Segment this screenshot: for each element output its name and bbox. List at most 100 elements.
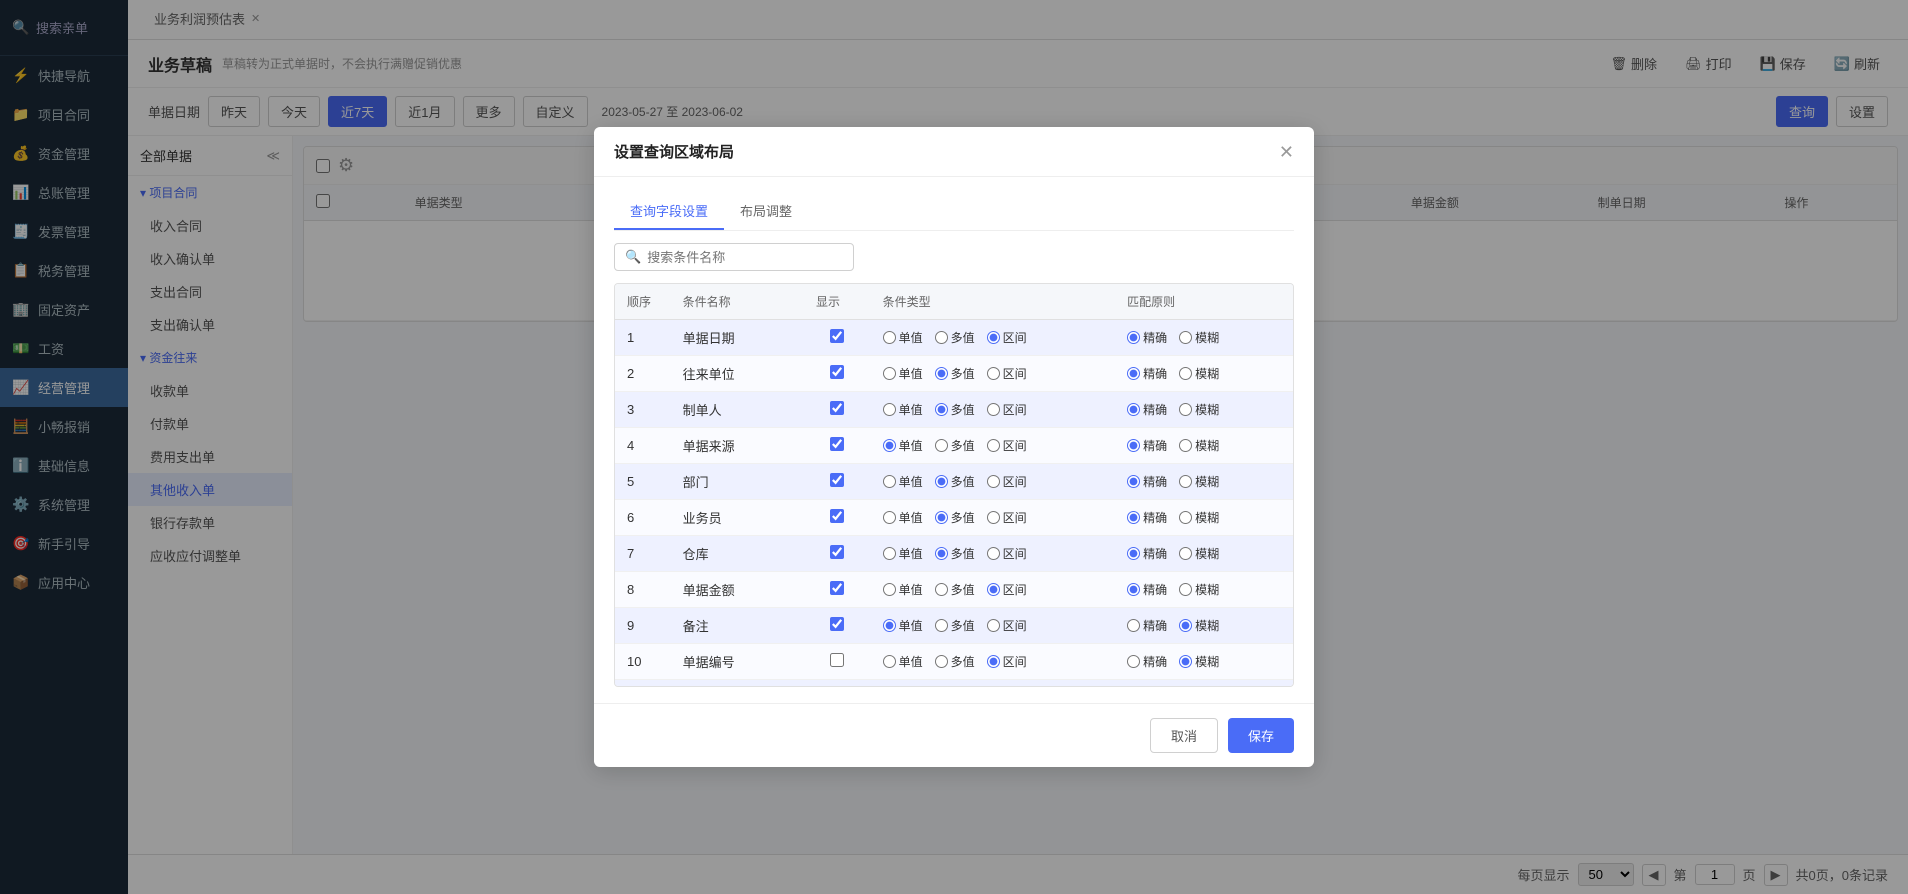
condition-option-区间[interactable]: 区间 <box>987 401 1027 418</box>
condition-option-区间[interactable]: 区间 <box>987 545 1027 562</box>
match-option-模糊[interactable]: 模糊 <box>1179 329 1219 346</box>
match-radio-模糊[interactable] <box>1179 475 1192 488</box>
condition-radio-单值[interactable] <box>883 583 896 596</box>
condition-radio-多值[interactable] <box>935 367 948 380</box>
match-option-模糊[interactable]: 模糊 <box>1179 617 1219 634</box>
condition-radio-多值[interactable] <box>935 547 948 560</box>
condition-radio-区间[interactable] <box>987 475 1000 488</box>
match-radio-模糊[interactable] <box>1179 331 1192 344</box>
condition-radio-区间[interactable] <box>987 619 1000 632</box>
condition-option-区间[interactable]: 区间 <box>987 329 1027 346</box>
display-checkbox[interactable] <box>830 329 844 343</box>
condition-radio-多值[interactable] <box>935 331 948 344</box>
condition-radio-区间[interactable] <box>987 331 1000 344</box>
display-checkbox[interactable] <box>830 365 844 379</box>
match-option-模糊[interactable]: 模糊 <box>1179 365 1219 382</box>
condition-radio-区间[interactable] <box>987 511 1000 524</box>
condition-option-区间[interactable]: 区间 <box>987 581 1027 598</box>
match-option-模糊[interactable]: 模糊 <box>1179 401 1219 418</box>
display-checkbox[interactable] <box>830 653 844 667</box>
condition-radio-区间[interactable] <box>987 367 1000 380</box>
match-radio-精确[interactable] <box>1127 583 1140 596</box>
condition-option-多值[interactable]: 多值 <box>935 329 975 346</box>
match-option-模糊[interactable]: 模糊 <box>1179 581 1219 598</box>
condition-option-区间[interactable]: 区间 <box>987 509 1027 526</box>
match-option-模糊[interactable]: 模糊 <box>1179 653 1219 670</box>
match-option-精确[interactable]: 精确 <box>1127 473 1167 490</box>
match-option-精确[interactable]: 精确 <box>1127 617 1167 634</box>
match-radio-模糊[interactable] <box>1179 619 1192 632</box>
condition-radio-单值[interactable] <box>883 439 896 452</box>
condition-option-多值[interactable]: 多值 <box>935 401 975 418</box>
match-radio-模糊[interactable] <box>1179 511 1192 524</box>
display-checkbox[interactable] <box>830 617 844 631</box>
condition-option-区间[interactable]: 区间 <box>987 473 1027 490</box>
display-checkbox[interactable] <box>830 401 844 415</box>
match-radio-模糊[interactable] <box>1179 547 1192 560</box>
match-radio-模糊[interactable] <box>1179 439 1192 452</box>
tab-query-fields[interactable]: 查询字段设置 <box>614 193 724 230</box>
condition-radio-单值[interactable] <box>883 367 896 380</box>
match-option-模糊[interactable]: 模糊 <box>1179 437 1219 454</box>
condition-radio-区间[interactable] <box>987 547 1000 560</box>
condition-radio-区间[interactable] <box>987 655 1000 668</box>
display-checkbox[interactable] <box>830 545 844 559</box>
condition-option-区间[interactable]: 区间 <box>987 617 1027 634</box>
modal-search-input[interactable] <box>647 250 827 265</box>
match-option-精确[interactable]: 精确 <box>1127 401 1167 418</box>
condition-option-区间[interactable]: 区间 <box>987 653 1027 670</box>
condition-option-多值[interactable]: 多值 <box>935 473 975 490</box>
condition-radio-单值[interactable] <box>883 331 896 344</box>
match-radio-模糊[interactable] <box>1179 403 1192 416</box>
condition-option-单值[interactable]: 单值 <box>883 365 923 382</box>
condition-option-单值[interactable]: 单值 <box>883 545 923 562</box>
condition-option-区间[interactable]: 区间 <box>987 437 1027 454</box>
condition-option-单值[interactable]: 单值 <box>883 437 923 454</box>
match-radio-精确[interactable] <box>1127 331 1140 344</box>
condition-option-区间[interactable]: 区间 <box>987 365 1027 382</box>
match-option-模糊[interactable]: 模糊 <box>1179 545 1219 562</box>
condition-radio-单值[interactable] <box>883 475 896 488</box>
display-checkbox[interactable] <box>830 437 844 451</box>
condition-option-单值[interactable]: 单值 <box>883 581 923 598</box>
cancel-button[interactable]: 取消 <box>1150 718 1218 753</box>
condition-option-多值[interactable]: 多值 <box>935 365 975 382</box>
match-radio-精确[interactable] <box>1127 367 1140 380</box>
condition-radio-多值[interactable] <box>935 475 948 488</box>
condition-radio-多值[interactable] <box>935 403 948 416</box>
condition-radio-单值[interactable] <box>883 655 896 668</box>
condition-option-单值[interactable]: 单值 <box>883 329 923 346</box>
match-option-精确[interactable]: 精确 <box>1127 581 1167 598</box>
match-radio-模糊[interactable] <box>1179 583 1192 596</box>
condition-radio-多值[interactable] <box>935 655 948 668</box>
condition-radio-多值[interactable] <box>935 583 948 596</box>
match-option-模糊[interactable]: 模糊 <box>1179 473 1219 490</box>
condition-option-单值[interactable]: 单值 <box>883 617 923 634</box>
modal-close-button[interactable]: ✕ <box>1279 143 1294 161</box>
condition-option-多值[interactable]: 多值 <box>935 617 975 634</box>
display-checkbox[interactable] <box>830 509 844 523</box>
condition-radio-区间[interactable] <box>987 403 1000 416</box>
match-option-精确[interactable]: 精确 <box>1127 329 1167 346</box>
tab-layout[interactable]: 布局调整 <box>724 193 808 230</box>
match-radio-精确[interactable] <box>1127 475 1140 488</box>
display-checkbox[interactable] <box>830 473 844 487</box>
match-radio-模糊[interactable] <box>1179 655 1192 668</box>
match-radio-模糊[interactable] <box>1179 367 1192 380</box>
match-radio-精确[interactable] <box>1127 511 1140 524</box>
condition-radio-多值[interactable] <box>935 619 948 632</box>
condition-radio-区间[interactable] <box>987 439 1000 452</box>
match-option-精确[interactable]: 精确 <box>1127 437 1167 454</box>
condition-radio-单值[interactable] <box>883 403 896 416</box>
match-option-精确[interactable]: 精确 <box>1127 365 1167 382</box>
condition-radio-多值[interactable] <box>935 511 948 524</box>
condition-radio-多值[interactable] <box>935 439 948 452</box>
save-button[interactable]: 保存 <box>1228 718 1294 753</box>
condition-option-单值[interactable]: 单值 <box>883 473 923 490</box>
condition-option-单值[interactable]: 单值 <box>883 509 923 526</box>
condition-radio-单值[interactable] <box>883 547 896 560</box>
match-option-精确[interactable]: 精确 <box>1127 509 1167 526</box>
match-radio-精确[interactable] <box>1127 403 1140 416</box>
condition-radio-单值[interactable] <box>883 619 896 632</box>
condition-option-单值[interactable]: 单值 <box>883 401 923 418</box>
